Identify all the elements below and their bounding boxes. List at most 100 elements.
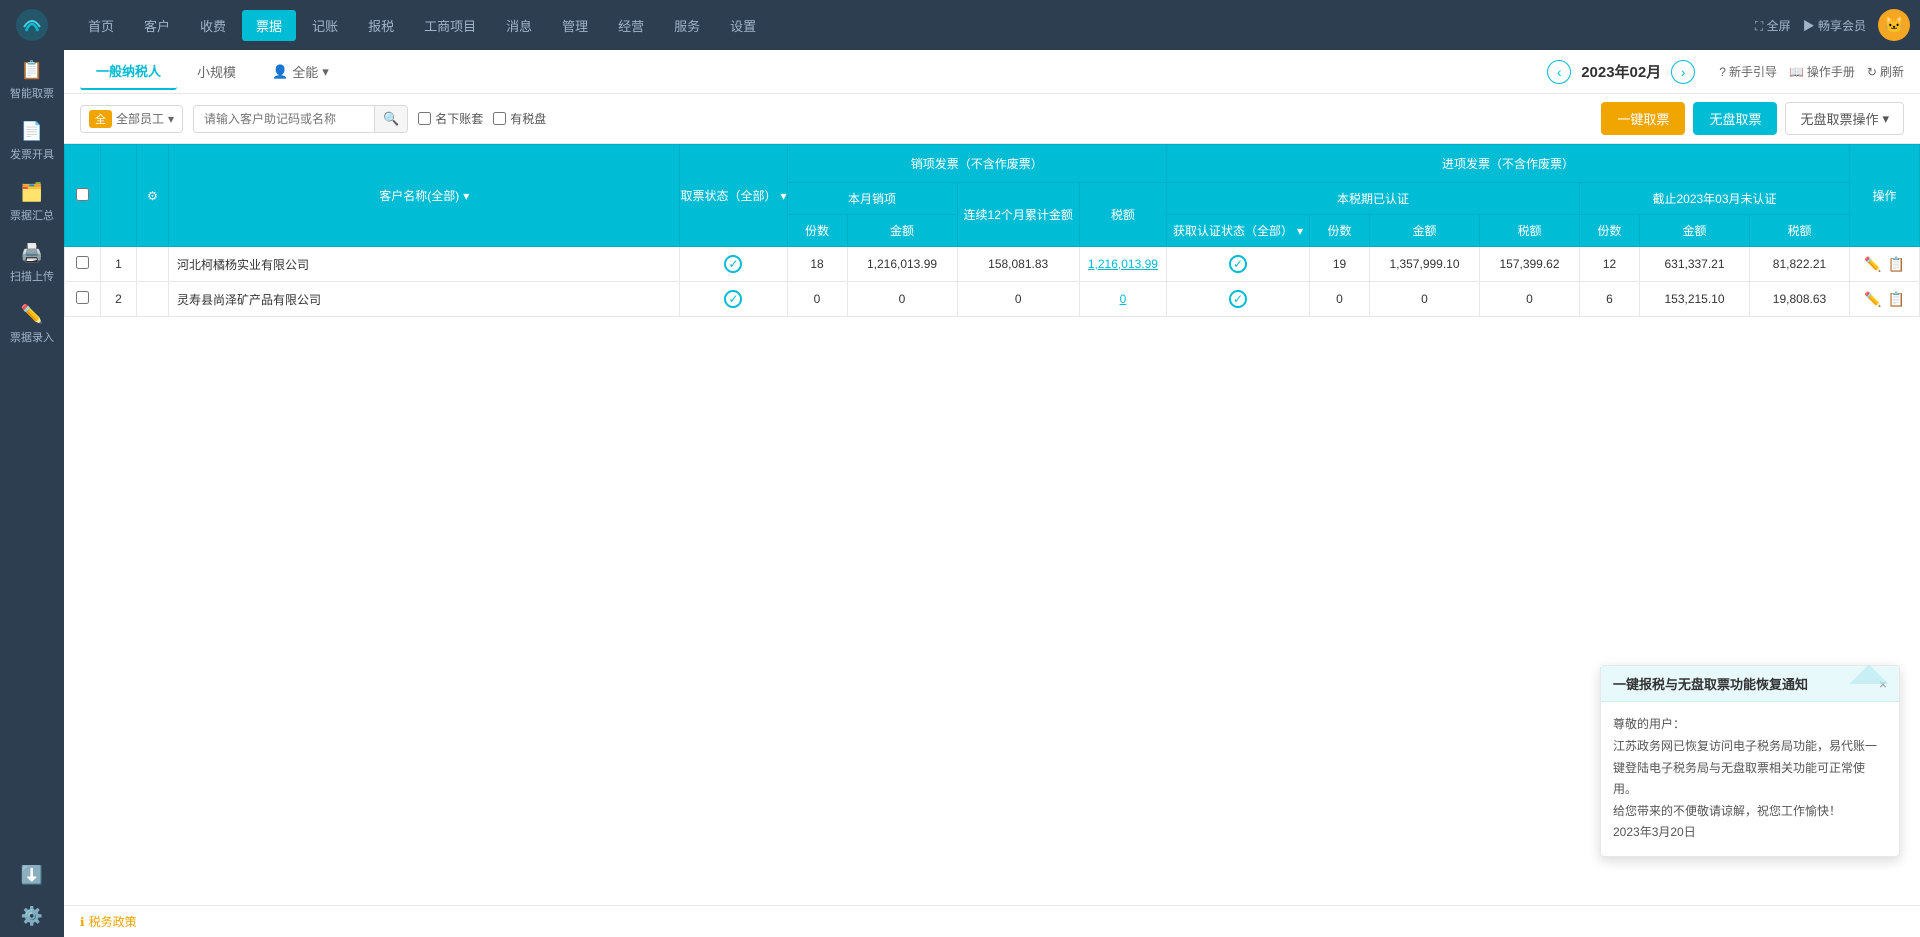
sidebar-item-invoice-summary[interactable]: 🗂️ 票据汇总 xyxy=(0,172,64,233)
th-customer-name[interactable]: 客户名称(全部) ▾ xyxy=(169,145,680,247)
refresh-button[interactable]: ↻ 刷新 xyxy=(1867,63,1904,80)
th-sales-count: 份数 xyxy=(787,215,847,247)
th-uncert-tax: 税额 xyxy=(1750,215,1850,247)
manual-button[interactable]: 📖 操作手册 xyxy=(1789,63,1855,80)
sidebar-item-label: 智能取票 xyxy=(10,85,54,101)
row-purch-amount: 1,357,999.10 xyxy=(1370,247,1480,282)
th-sales-group: 销项发票（不含作废票） xyxy=(787,145,1166,183)
th-index xyxy=(101,145,137,247)
nav-service[interactable]: 服务 xyxy=(660,10,714,41)
person-icon: 👤 xyxy=(272,64,288,80)
th-until-uncertified: 截止2023年03月未认证 xyxy=(1580,183,1850,215)
row-purch-amount: 0 xyxy=(1370,282,1480,317)
th-settings: ⚙ xyxy=(137,145,169,247)
sidebar-item-scan-upload[interactable]: 🖨️ 扫描上传 xyxy=(0,233,64,294)
name-account-checkbox[interactable]: 名下账套 xyxy=(418,110,483,127)
row-check-1[interactable] xyxy=(76,291,89,304)
fetch-status-icon: ✓ xyxy=(724,255,742,273)
no-disk-ops-button[interactable]: 无盘取票操作 ▾ xyxy=(1785,102,1904,135)
row-cert-status: ✓ xyxy=(1166,247,1309,282)
row-purch-tax: 0 xyxy=(1480,282,1580,317)
nav-business[interactable]: 工商项目 xyxy=(410,10,490,41)
filter-icon: ▾ xyxy=(780,189,786,203)
bottom-bar: ℹ 税务政策 xyxy=(64,905,1920,937)
nav-operation[interactable]: 经营 xyxy=(604,10,658,41)
row-checkbox[interactable] xyxy=(65,247,101,282)
sidebar-item-issue-invoice[interactable]: 📄 发票开具 xyxy=(0,111,64,172)
new-guide-button[interactable]: ? 新手引导 xyxy=(1719,63,1777,80)
sidebar-logo xyxy=(0,0,64,50)
nav-accounting[interactable]: 记账 xyxy=(298,10,352,41)
nav-invoice[interactable]: 票据 xyxy=(242,10,296,41)
refresh-icon: ↻ xyxy=(1867,65,1877,79)
sidebar-item-label: 票据汇总 xyxy=(10,207,54,223)
row-cert-status: ✓ xyxy=(1166,282,1309,317)
tab-small-scale[interactable]: 小规模 xyxy=(181,54,252,89)
search-input[interactable] xyxy=(194,107,374,131)
edit-icon[interactable]: ✏️ xyxy=(1864,256,1881,273)
fullscreen-icon: ⛶ xyxy=(1755,19,1763,33)
tab-bar: 一般纳税人 小规模 👤 全能 ▾ ‹ 2023年02月 › ? 新手引导 📖 操 xyxy=(64,50,1920,94)
sidebar-item-settings[interactable]: ⚙️ xyxy=(0,896,64,937)
row-sales-amount: 0 xyxy=(847,282,957,317)
search-input-wrap: 🔍 xyxy=(193,105,408,133)
sidebar-item-label: 票据录入 xyxy=(10,329,54,345)
no-disk-fetch-button[interactable]: 无盘取票 xyxy=(1693,102,1777,135)
th-cert-status[interactable]: 获取认证状态（全部） ▾ xyxy=(1166,215,1309,247)
notification-body: 尊敬的用户：江苏政务网已恢复访问电子税务局功能，易代账一键登陆电子税务局与无盘取… xyxy=(1601,702,1899,856)
table-body: 1 河北柯橘杨实业有限公司 ✓ 18 1,216,013.99 158,081.… xyxy=(65,247,1920,317)
row-settings xyxy=(137,247,169,282)
cumulative-link[interactable]: 0 xyxy=(1120,292,1127,306)
nav-customer[interactable]: 客户 xyxy=(130,10,184,41)
row-customer-name: 灵寿县尚泽矿产品有限公司 xyxy=(169,282,680,317)
row-purch-count: 0 xyxy=(1310,282,1370,317)
employee-select[interactable]: 全 全部员工 ▾ xyxy=(80,105,183,133)
select-all-checkbox[interactable] xyxy=(76,188,89,201)
th-purch-tax: 税额 xyxy=(1480,215,1580,247)
row-check-0[interactable] xyxy=(76,256,89,269)
member-button[interactable]: ▶ 畅享会员 xyxy=(1803,17,1866,34)
row-purch-tax: 157,399.62 xyxy=(1480,247,1580,282)
th-checkbox xyxy=(65,145,101,247)
name-account-check[interactable] xyxy=(418,112,431,125)
nav-management[interactable]: 管理 xyxy=(548,10,602,41)
tab-all[interactable]: 👤 全能 ▾ xyxy=(256,54,345,89)
next-month-button[interactable]: › xyxy=(1671,60,1695,84)
sidebar-item-smart-fetch[interactable]: 📋 智能取票 xyxy=(0,50,64,111)
prev-month-button[interactable]: ‹ xyxy=(1547,60,1571,84)
nav-message[interactable]: 消息 xyxy=(492,10,546,41)
row-sales-count: 0 xyxy=(787,282,847,317)
search-button[interactable]: 🔍 xyxy=(374,106,407,132)
row-cumulative-12m: 1,216,013.99 xyxy=(1079,247,1166,282)
tab-general-taxpayer[interactable]: 一般纳税人 xyxy=(80,53,177,90)
th-fetch-status[interactable]: 取票状态（全部） ▾ xyxy=(680,145,787,247)
edit-icon[interactable]: ✏️ xyxy=(1864,291,1881,308)
invoice-table: ⚙ 客户名称(全部) ▾ 取票状态（全部） ▾ xyxy=(64,144,1920,317)
one-click-fetch-button[interactable]: 一键取票 xyxy=(1601,102,1685,135)
th-purch-amount: 金额 xyxy=(1370,215,1480,247)
copy-icon[interactable]: 📋 xyxy=(1888,291,1905,308)
nav-settings-top[interactable]: 设置 xyxy=(716,10,770,41)
filter-bar: 全 全部员工 ▾ 🔍 名下账套 有税盘 一键取票 无盘取票 无盘取票操作 xyxy=(64,94,1920,144)
nav-home[interactable]: 首页 xyxy=(74,10,128,41)
cert-status-icon: ✓ xyxy=(1229,290,1247,308)
nav-tax[interactable]: 报税 xyxy=(354,10,408,41)
invoice-summary-icon: 🗂️ xyxy=(21,182,43,203)
copy-icon[interactable]: 📋 xyxy=(1888,256,1905,273)
fullscreen-button[interactable]: ⛶ 全屏 xyxy=(1755,17,1791,34)
sidebar-item-download[interactable]: ⬇️ xyxy=(0,855,64,896)
sidebar-item-data-entry[interactable]: ✏️ 票据录入 xyxy=(0,294,64,355)
tax-policy-link[interactable]: 税务政策 xyxy=(89,913,137,930)
book-icon: 📖 xyxy=(1789,65,1804,79)
scan-upload-icon: 🖨️ xyxy=(21,243,43,264)
user-avatar[interactable]: 🐱 xyxy=(1878,9,1910,41)
data-entry-icon: ✏️ xyxy=(21,304,43,325)
question-icon: ? xyxy=(1719,65,1726,79)
nav-billing[interactable]: 收费 xyxy=(186,10,240,41)
tax-disk-check[interactable] xyxy=(493,112,506,125)
th-purchase-group: 进项发票（不含作废票） xyxy=(1166,145,1849,183)
cumulative-link[interactable]: 1,216,013.99 xyxy=(1088,257,1158,271)
tax-disk-checkbox[interactable]: 有税盘 xyxy=(493,110,546,127)
row-checkbox[interactable] xyxy=(65,282,101,317)
chevron-down-icon: ▾ xyxy=(322,64,329,80)
